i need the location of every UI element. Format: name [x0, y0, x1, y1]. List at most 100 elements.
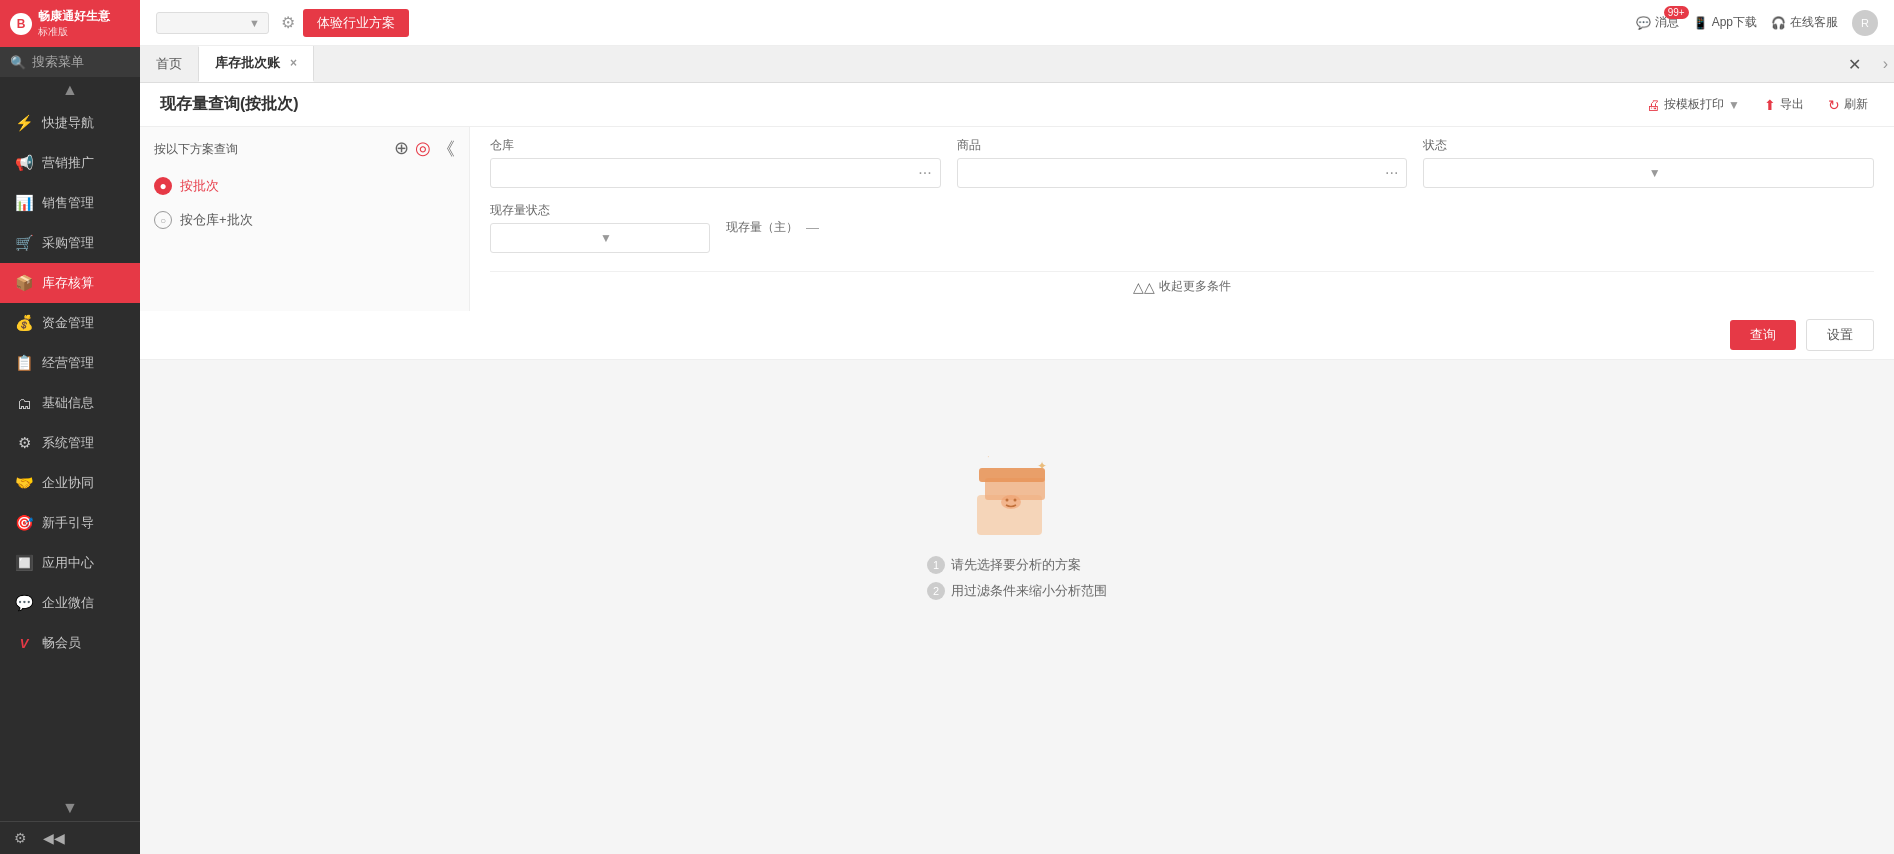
print-btn[interactable]: 🖨 按模板打印 ▼: [1640, 93, 1746, 116]
collapse-panel-icon[interactable]: 《: [437, 137, 455, 161]
settings-icon[interactable]: ⚙: [14, 830, 27, 846]
app-logo: B: [10, 13, 32, 35]
scheme-batch-label: 按批次: [180, 177, 219, 195]
topbar-gear-icon[interactable]: ⚙: [281, 13, 295, 32]
panel-expand-btn[interactable]: ›: [1877, 47, 1894, 81]
svg-point-5: [1014, 499, 1017, 502]
warehouse-input[interactable]: [499, 166, 918, 180]
warehouse-more-icon[interactable]: ···: [918, 164, 931, 182]
user-avatar[interactable]: R: [1852, 10, 1878, 36]
inventory-status-select[interactable]: ▼: [490, 223, 710, 253]
sidebar-item-operations[interactable]: 📋 经营管理: [0, 343, 140, 383]
sidebar-item-quick-nav[interactable]: ⚡ 快捷导航: [0, 103, 140, 143]
product-more-icon[interactable]: ···: [1385, 164, 1398, 182]
svg-text:✦: ✦: [1037, 459, 1047, 473]
quick-nav-icon: ⚡: [14, 113, 34, 133]
settings-btn[interactable]: 设置: [1806, 319, 1874, 351]
trial-btn[interactable]: 体验行业方案: [303, 9, 409, 37]
search-menu-btn[interactable]: 🔍 搜索菜单: [0, 47, 140, 77]
add-scheme-icon[interactable]: ⊕: [394, 137, 409, 161]
refresh-label: 刷新: [1844, 96, 1868, 113]
scheme-warehouse-batch[interactable]: ○ 按仓库+批次: [140, 203, 469, 237]
sidebar-item-member[interactable]: V 畅会员: [0, 623, 140, 663]
sidebar-scroll-up[interactable]: ▲: [0, 77, 140, 103]
sidebar-item-purchase[interactable]: 🛒 采购管理: [0, 223, 140, 263]
search-menu-label: 搜索菜单: [32, 53, 84, 71]
refresh-icon: ↻: [1828, 97, 1840, 113]
collapse-sidebar-btn[interactable]: ◀◀: [43, 830, 65, 846]
product-field: 商品 ···: [957, 137, 1408, 188]
product-label: 商品: [957, 137, 1408, 154]
product-input[interactable]: [966, 166, 1385, 180]
purchase-icon: 🛒: [14, 233, 34, 253]
sidebar: B 畅康通好生意 标准版 🔍 搜索菜单 ▲ ⚡ 快捷导航 📢 营销推广 📊 销售…: [0, 0, 140, 854]
empty-svg: ✦ ·: [967, 440, 1067, 540]
sidebar-item-enterprise[interactable]: 🤝 企业协同: [0, 463, 140, 503]
sidebar-item-inventory[interactable]: 📦 库存核算: [0, 263, 140, 303]
export-label: 导出: [1780, 96, 1804, 113]
tab-home-label: 首页: [156, 55, 182, 73]
page-content: 现存量查询(按批次) 🖨 按模板打印 ▼ ⬆ 导出 ↻ 刷新: [140, 83, 1894, 854]
sales-icon: 📊: [14, 193, 34, 213]
warehouse-label: 仓库: [490, 137, 941, 154]
scheme-batch[interactable]: ● 按批次: [140, 169, 469, 203]
online-service-label: 在线客服: [1790, 14, 1838, 31]
tip-num-1: 1: [927, 556, 945, 574]
sidebar-item-basic[interactable]: 🗂 基础信息: [0, 383, 140, 423]
panel-close-btn[interactable]: ✕: [1832, 47, 1877, 82]
app-download-label: App下载: [1712, 14, 1757, 31]
tabbar: 首页 库存批次账 × ✕ ›: [140, 46, 1894, 83]
refresh-btn[interactable]: ↻ 刷新: [1822, 93, 1874, 116]
search-icon: 🔍: [10, 55, 26, 70]
svg-text:·: ·: [987, 451, 990, 462]
operations-icon: 📋: [14, 353, 34, 373]
company-name: 畅康通好生意: [38, 8, 110, 25]
status-select[interactable]: ▼: [1423, 158, 1874, 188]
product-input-wrap[interactable]: ···: [957, 158, 1408, 188]
inventory-qty-label: 现存量（主）: [726, 219, 798, 236]
export-btn[interactable]: ⬆ 导出: [1758, 93, 1810, 116]
sidebar-item-label: 库存核算: [42, 274, 94, 292]
collapse-more-btn[interactable]: △△ 收起更多条件: [490, 271, 1874, 301]
empty-tip-1: 1 请先选择要分析的方案: [927, 556, 1107, 574]
sidebar-scroll-down[interactable]: ▼: [0, 795, 140, 821]
app-download-btn[interactable]: 📱 App下载: [1693, 14, 1757, 31]
empty-tips: 1 请先选择要分析的方案 2 用过滤条件来缩小分析范围: [927, 556, 1107, 600]
sidebar-item-apps[interactable]: 🔲 应用中心: [0, 543, 140, 583]
query-btn[interactable]: 查询: [1730, 320, 1796, 350]
tab-home[interactable]: 首页: [140, 47, 199, 81]
tab-close-btn[interactable]: ×: [290, 56, 297, 70]
warehouse-input-wrap[interactable]: ···: [490, 158, 941, 188]
messages-btn[interactable]: 💬 消息 99+: [1636, 14, 1679, 31]
sidebar-item-label: 销售管理: [42, 194, 94, 212]
sidebar-footer: ⚙ ◀◀: [0, 821, 140, 854]
print-dropdown-icon[interactable]: ▼: [1728, 98, 1740, 112]
basic-icon: 🗂: [14, 393, 34, 413]
message-icon: 💬: [1636, 16, 1651, 30]
sidebar-item-label: 企业微信: [42, 594, 94, 612]
scheme-settings-icon[interactable]: ◎: [415, 137, 431, 161]
sidebar-item-finance[interactable]: 💰 资金管理: [0, 303, 140, 343]
filter-section-title: 按以下方案查询: [154, 141, 238, 158]
action-bar: 查询 设置: [140, 311, 1894, 360]
export-icon: ⬆: [1764, 97, 1776, 113]
sidebar-item-sales[interactable]: 📊 销售管理: [0, 183, 140, 223]
filter-right-panel: 仓库 ··· 商品 ··· 状态: [470, 127, 1894, 311]
tab-inventory-batch[interactable]: 库存批次账 ×: [199, 46, 314, 82]
inventory-status-field: 现存量状态 ▼: [490, 202, 710, 253]
sidebar-item-marketing[interactable]: 📢 营销推广: [0, 143, 140, 183]
sidebar-item-label: 经营管理: [42, 354, 94, 372]
online-service-btn[interactable]: 🎧 在线客服: [1771, 14, 1838, 31]
sidebar-item-system[interactable]: ⚙ 系统管理: [0, 423, 140, 463]
sidebar-item-label: 采购管理: [42, 234, 94, 252]
message-badge: 99+: [1664, 6, 1689, 19]
sidebar-item-wechat[interactable]: 💬 企业微信: [0, 583, 140, 623]
topbar-search-group[interactable]: ▼: [156, 12, 269, 34]
collapse-label: 收起更多条件: [1159, 278, 1231, 295]
topbar-search-input[interactable]: [165, 16, 245, 30]
sidebar-item-newbie[interactable]: 🎯 新手引导: [0, 503, 140, 543]
scheme-warehouse-batch-icon: ○: [154, 211, 172, 229]
print-label: 按模板打印: [1664, 96, 1724, 113]
page-title: 现存量查询(按批次): [160, 94, 299, 115]
topbar-chevron-icon[interactable]: ▼: [249, 17, 260, 29]
